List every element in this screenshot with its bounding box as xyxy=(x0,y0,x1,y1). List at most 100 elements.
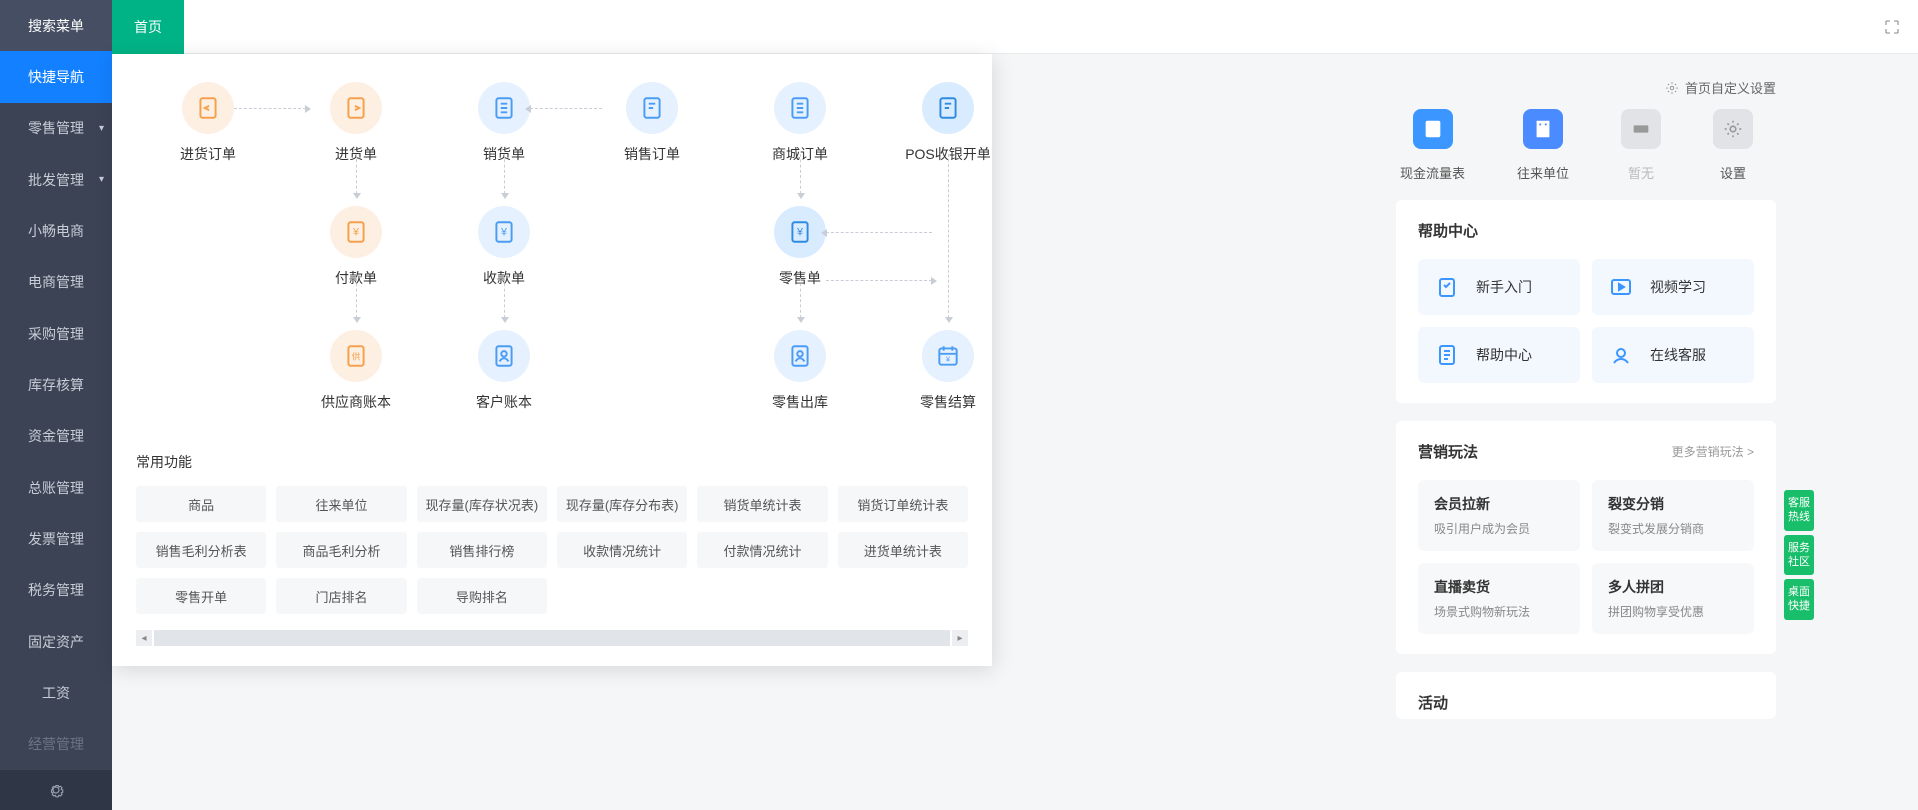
sidebar-item-xiaochang[interactable]: 小畅电商 xyxy=(0,205,112,256)
money-icon: ¥ xyxy=(330,206,382,258)
right-column: 首页自定义设置 现金流量表 往来单位 暂无 设置 帮助中心 新手入门 xyxy=(1396,54,1776,719)
common-btn[interactable]: 商品 xyxy=(136,486,266,522)
marketing-card: 营销玩法 更多营销玩法 > 会员拉新 吸引用户成为会员 裂变分销 裂变式发展分销… xyxy=(1396,421,1776,654)
marketing-more-link[interactable]: 更多营销玩法 > xyxy=(1672,443,1754,460)
flow-arrow xyxy=(948,154,949,318)
floating-bar: 客服热线 服务社区 桌面快捷 xyxy=(1784,490,1814,624)
help-item-video[interactable]: 视频学习 xyxy=(1592,259,1754,315)
flow-arrow xyxy=(530,108,602,109)
document-icon xyxy=(922,82,974,134)
common-btn[interactable]: 商品毛利分析 xyxy=(276,532,406,568)
common-btn[interactable]: 零售开单 xyxy=(136,578,266,614)
common-btn[interactable]: 销售毛利分析表 xyxy=(136,532,266,568)
common-btn[interactable]: 往来单位 xyxy=(276,486,406,522)
fullscreen-button[interactable] xyxy=(1880,15,1904,39)
help-item-support[interactable]: 在线客服 xyxy=(1592,327,1754,383)
common-btn[interactable]: 门店排名 xyxy=(276,578,406,614)
document-icon xyxy=(1432,340,1462,370)
flow-node-retail-order[interactable]: ¥ 零售单 xyxy=(726,206,874,288)
sidebar-item-inventory[interactable]: 库存核算 xyxy=(0,359,112,410)
sidebar-item-assets[interactable]: 固定资产 xyxy=(0,616,112,667)
customize-settings-link[interactable]: 首页自定义设置 xyxy=(1396,54,1776,109)
sidebar-settings-button[interactable] xyxy=(0,770,112,810)
common-btn[interactable]: 销货订单统计表 xyxy=(838,486,968,522)
flow-node-pos[interactable]: POS收银开单 xyxy=(874,82,1022,164)
help-title: 帮助中心 xyxy=(1418,220,1478,241)
flow-node-customer-ledger[interactable]: 客户账本 xyxy=(430,330,578,412)
clipboard-icon xyxy=(1432,272,1462,302)
sidebar-item-wholesale[interactable]: 批发管理▾ xyxy=(0,154,112,205)
document-in-icon xyxy=(182,82,234,134)
flow-arrow xyxy=(800,154,801,194)
scroll-left-button[interactable]: ◂ xyxy=(136,630,152,646)
flow-node-supplier-ledger[interactable]: 供 供应商账本 xyxy=(282,330,430,412)
report-icon xyxy=(1413,109,1453,149)
flow-node-retail-out[interactable]: 零售出库 xyxy=(726,330,874,412)
flow-arrow xyxy=(356,278,357,318)
calendar-icon: ¥ xyxy=(922,330,974,382)
common-functions-grid: 商品 往来单位 现存量(库存状况表) 现存量(库存分布表) 销货单统计表 销货订… xyxy=(136,486,968,614)
topbar: 首页 xyxy=(112,0,1918,54)
marketing-item[interactable]: 直播卖货 场景式购物新玩法 xyxy=(1418,563,1580,634)
hscrollbar[interactable]: ◂ ▸ xyxy=(136,630,968,646)
sidebar-item-operation[interactable]: 经营管理 xyxy=(0,719,112,770)
sidebar-item-salary[interactable]: 工资 xyxy=(0,667,112,718)
gear-icon xyxy=(1665,81,1679,95)
flow-arrow xyxy=(234,108,306,109)
marketing-item[interactable]: 会员拉新 吸引用户成为会员 xyxy=(1418,480,1580,551)
common-btn[interactable]: 销货单统计表 xyxy=(697,486,827,522)
tile-cashflow[interactable]: 现金流量表 xyxy=(1400,109,1465,182)
list-icon xyxy=(478,82,530,134)
flow-node-purchase-order[interactable]: 进货订单 xyxy=(134,82,282,164)
list-icon xyxy=(774,82,826,134)
flow-node-sales-receipt[interactable]: 销货单 xyxy=(430,82,578,164)
sidebar: 搜索菜单 快捷导航 零售管理▾ 批发管理▾ 小畅电商 电商管理 采购管理 库存核… xyxy=(0,0,112,810)
flow-arrow xyxy=(504,278,505,318)
money-icon: ¥ xyxy=(774,206,826,258)
flow-node-purchase-receipt[interactable]: 进货单 xyxy=(282,82,430,164)
float-desktop-button[interactable]: 桌面快捷 xyxy=(1784,579,1814,620)
svg-text:¥: ¥ xyxy=(796,226,804,238)
tab-home[interactable]: 首页 xyxy=(112,0,184,54)
money-icon: ¥ xyxy=(478,206,530,258)
tile-empty[interactable]: 暂无 xyxy=(1621,109,1661,182)
flow-node-payment[interactable]: ¥ 付款单 xyxy=(282,206,430,288)
sidebar-item-funds[interactable]: 资金管理 xyxy=(0,411,112,462)
common-btn[interactable]: 导购排名 xyxy=(417,578,547,614)
common-btn[interactable]: 销售排行榜 xyxy=(417,532,547,568)
tile-contacts[interactable]: 往来单位 xyxy=(1517,109,1569,182)
common-btn[interactable]: 收款情况统计 xyxy=(557,532,687,568)
flow-node-receipt[interactable]: ¥ 收款单 xyxy=(430,206,578,288)
help-center-card: 帮助中心 新手入门 视频学习 帮助中心 在线客服 xyxy=(1396,200,1776,403)
sidebar-item-ledger[interactable]: 总账管理 xyxy=(0,462,112,513)
float-community-button[interactable]: 服务社区 xyxy=(1784,535,1814,576)
document-icon xyxy=(626,82,678,134)
common-btn[interactable]: 进货单统计表 xyxy=(838,532,968,568)
user-icon xyxy=(774,330,826,382)
scroll-right-button[interactable]: ▸ xyxy=(952,630,968,646)
sidebar-item-quick-nav[interactable]: 快捷导航 xyxy=(0,51,112,102)
activity-card: 活动 xyxy=(1396,672,1776,719)
help-item-help-center[interactable]: 帮助中心 xyxy=(1418,327,1580,383)
common-btn[interactable]: 现存量(库存分布表) xyxy=(557,486,687,522)
sidebar-item-ecommerce[interactable]: 电商管理 xyxy=(0,257,112,308)
sidebar-item-procure[interactable]: 采购管理 xyxy=(0,308,112,359)
flow-node-mall-order[interactable]: 商城订单 xyxy=(726,82,874,164)
sidebar-item-tax[interactable]: 税务管理 xyxy=(0,565,112,616)
flow-arrow xyxy=(826,280,932,281)
tile-settings[interactable]: 设置 xyxy=(1713,109,1753,182)
common-btn[interactable]: 付款情况统计 xyxy=(697,532,827,568)
common-btn[interactable]: 现存量(库存状况表) xyxy=(417,486,547,522)
help-item-getting-started[interactable]: 新手入门 xyxy=(1418,259,1580,315)
flow-node-sales-order[interactable]: 销售订单 xyxy=(578,82,726,164)
user-icon xyxy=(478,330,530,382)
sidebar-item-search-menu[interactable]: 搜索菜单 xyxy=(0,0,112,51)
marketing-item[interactable]: 裂变分销 裂变式发展分销商 xyxy=(1592,480,1754,551)
sidebar-item-retail[interactable]: 零售管理▾ xyxy=(0,103,112,154)
marketing-item[interactable]: 多人拼团 拼团购物享受优惠 xyxy=(1592,563,1754,634)
sidebar-item-invoice[interactable]: 发票管理 xyxy=(0,513,112,564)
scroll-track[interactable] xyxy=(154,630,950,646)
float-hotline-button[interactable]: 客服热线 xyxy=(1784,490,1814,531)
building-icon xyxy=(1523,109,1563,149)
flow-node-retail-settle[interactable]: ¥ 零售结算 xyxy=(874,330,1022,412)
